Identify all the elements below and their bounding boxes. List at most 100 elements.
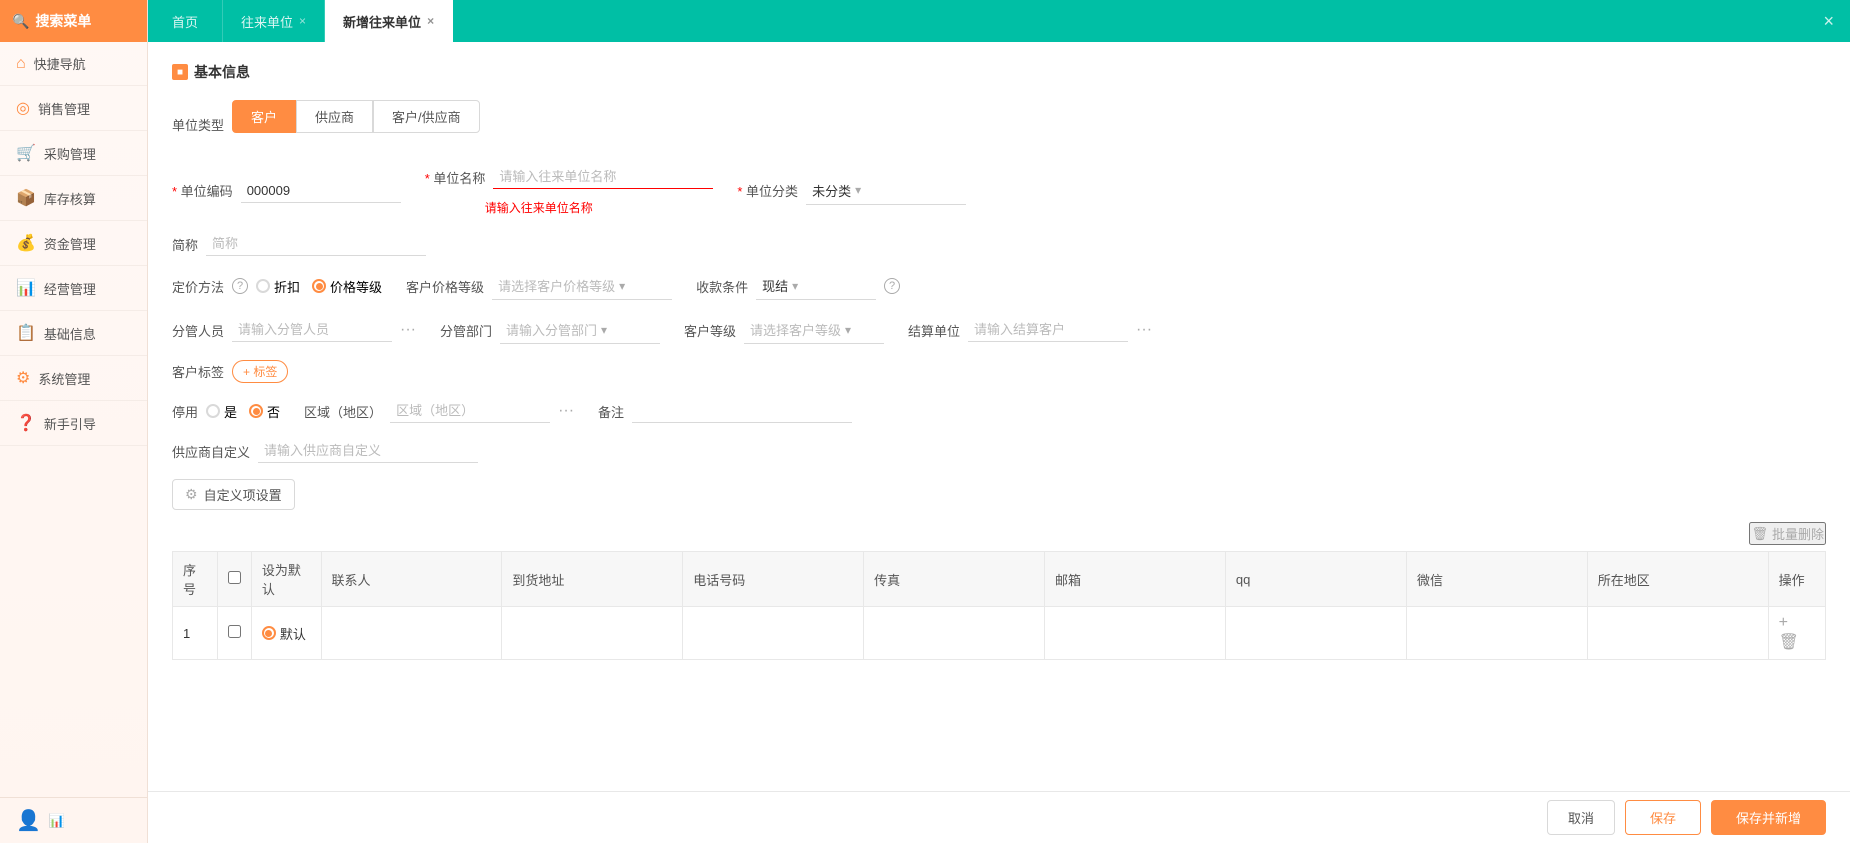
region-table-input[interactable] [1598, 622, 1758, 645]
payment-terms-select[interactable]: 现结 ▾ [756, 272, 876, 300]
phone-input[interactable] [693, 622, 853, 645]
region-field: 区域（地区） ··· [304, 399, 574, 423]
row-delete-btn[interactable]: 🗑 [1779, 634, 1799, 651]
pricing-method-field: 定价方法 ? 折扣 价格等级 [172, 277, 382, 296]
tab-add-partner[interactable]: 新增往来单位 × [325, 0, 453, 42]
customer-price-level-label: 客户价格等级 [406, 277, 484, 296]
settlement-unit-input[interactable] [968, 318, 1128, 342]
payment-terms-label: 收款条件 [696, 277, 748, 296]
pricing-level-radio[interactable]: 价格等级 [312, 277, 382, 296]
sidebar-item-guide[interactable]: ❓ 新手引导 [0, 401, 147, 446]
col-seq: 序号 [173, 552, 218, 607]
department-select[interactable]: 请输入分管部门 ▾ [500, 316, 660, 344]
contact-input[interactable] [332, 622, 492, 645]
section-title-text: 基本信息 [194, 62, 250, 82]
unit-code-input[interactable] [241, 179, 401, 203]
search-icon: 🔍 [12, 13, 29, 30]
email-input[interactable] [1055, 622, 1215, 645]
sidebar-item-finance[interactable]: 💰 资金管理 [0, 221, 147, 266]
disabled-yes-radio[interactable]: 是 [206, 402, 237, 421]
unit-type-label: 单位类型 [172, 115, 224, 134]
sidebar-item-basic[interactable]: 📋 基础信息 [0, 311, 147, 356]
sidebar-item-system[interactable]: ⚙ 系统管理 [0, 356, 147, 401]
unit-type-customer-btn[interactable]: 客户 [232, 100, 296, 133]
customer-level-select[interactable]: 请选择客户等级 ▾ [744, 316, 884, 344]
cell-region[interactable] [1587, 607, 1768, 660]
remark-input[interactable] [632, 399, 852, 423]
customer-level-value: 请选择客户等级 [750, 320, 841, 339]
cancel-button[interactable]: 取消 [1547, 800, 1615, 835]
sidebar-search[interactable]: 🔍 搜索菜单 [0, 0, 147, 42]
tag-row: 客户标签 + 标签 [172, 360, 1826, 383]
custom-settings-btn[interactable]: ⚙ 自定义项设置 [172, 479, 295, 510]
cell-qq[interactable] [1225, 607, 1406, 660]
default-radio[interactable] [262, 626, 276, 640]
unit-type-group: 客户 供应商 客户/供应商 [232, 100, 480, 133]
unit-type-supplier-btn[interactable]: 供应商 [296, 100, 373, 133]
save-new-button[interactable]: 保存并新增 [1711, 800, 1826, 835]
col-action: 操作 [1768, 552, 1825, 607]
select-all-checkbox[interactable] [228, 571, 241, 584]
customer-level-field: 客户等级 请选择客户等级 ▾ [684, 316, 884, 344]
custom-settings-label: 自定义项设置 [204, 485, 282, 504]
cell-fax[interactable] [864, 607, 1045, 660]
add-tag-btn[interactable]: + 标签 [232, 360, 288, 383]
sidebar-item-sales[interactable]: ◎ 销售管理 [0, 86, 147, 131]
batch-delete-label: 批量删除 [1772, 524, 1824, 543]
supplier-custom-label: 供应商自定义 [172, 442, 250, 461]
customer-price-level-select[interactable]: 请选择客户价格等级 ▾ [492, 272, 672, 300]
settlement-unit-field: 结算单位 ··· [908, 318, 1152, 342]
sidebar-item-quick-nav[interactable]: ⌂ 快捷导航 [0, 42, 147, 86]
footer-bar: 取消 保存 保存并新增 [148, 791, 1850, 843]
disabled-no-radio[interactable]: 否 [249, 402, 280, 421]
tab-partner-list-close[interactable]: × [299, 14, 306, 28]
short-name-input[interactable] [206, 232, 426, 256]
cell-contact[interactable] [321, 607, 502, 660]
disabled-no-label: 否 [267, 402, 280, 421]
sidebar-footer: 👤 📊 [0, 797, 147, 843]
row-checkbox[interactable] [228, 625, 241, 638]
cell-phone[interactable] [683, 607, 864, 660]
wechat-input[interactable] [1417, 622, 1577, 645]
unit-code-label: 单位编码 [172, 181, 233, 200]
cell-email[interactable] [1044, 607, 1225, 660]
unit-name-input[interactable] [493, 165, 713, 189]
cell-checkbox [217, 607, 251, 660]
tab-home[interactable]: 首页 [148, 0, 223, 42]
sidebar-item-operation[interactable]: 📊 经营管理 [0, 266, 147, 311]
delivery-input[interactable] [512, 622, 672, 645]
price-level-label: 价格等级 [330, 277, 382, 296]
manager-more-btn[interactable]: ··· [400, 321, 416, 339]
discount-label: 折扣 [274, 277, 300, 296]
supplier-custom-input[interactable] [258, 439, 478, 463]
row-add-btn[interactable]: + [1779, 614, 1788, 631]
tab-add-partner-close[interactable]: × [427, 14, 434, 28]
search-label: 搜索菜单 [35, 11, 91, 31]
qq-input[interactable] [1236, 622, 1396, 645]
disabled-no-circle [249, 404, 263, 418]
sidebar-item-label: 基础信息 [44, 324, 96, 343]
unit-type-both-btn[interactable]: 客户/供应商 [373, 100, 480, 133]
region-more-btn[interactable]: ··· [558, 402, 574, 420]
disabled-field: 停用 是 否 [172, 402, 280, 421]
disabled-yes-label: 是 [224, 402, 237, 421]
pricing-discount-radio[interactable]: 折扣 [256, 277, 300, 296]
sidebar-item-purchase[interactable]: 🛒 采购管理 [0, 131, 147, 176]
main-close-btn[interactable]: × [1807, 11, 1850, 32]
cell-delivery[interactable] [502, 607, 683, 660]
region-input[interactable] [390, 399, 550, 423]
customer-price-level-value: 请选择客户价格等级 [498, 276, 615, 295]
unit-category-select[interactable]: 未分类 ▾ [806, 177, 966, 205]
col-default: 设为默认 [251, 552, 321, 607]
save-button[interactable]: 保存 [1625, 800, 1701, 835]
system-icon: ⚙ [16, 368, 30, 388]
sidebar-item-inventory[interactable]: 📦 库存核算 [0, 176, 147, 221]
settlement-more-btn[interactable]: ··· [1136, 321, 1152, 339]
cell-wechat[interactable] [1406, 607, 1587, 660]
batch-delete-btn[interactable]: 🗑 批量删除 [1749, 522, 1826, 545]
manager-input[interactable] [232, 318, 392, 342]
tab-partner-list[interactable]: 往来单位 × [223, 0, 325, 42]
fax-input[interactable] [874, 622, 1034, 645]
payment-help-icon[interactable]: ? [884, 278, 900, 294]
pricing-help-icon[interactable]: ? [232, 278, 248, 294]
